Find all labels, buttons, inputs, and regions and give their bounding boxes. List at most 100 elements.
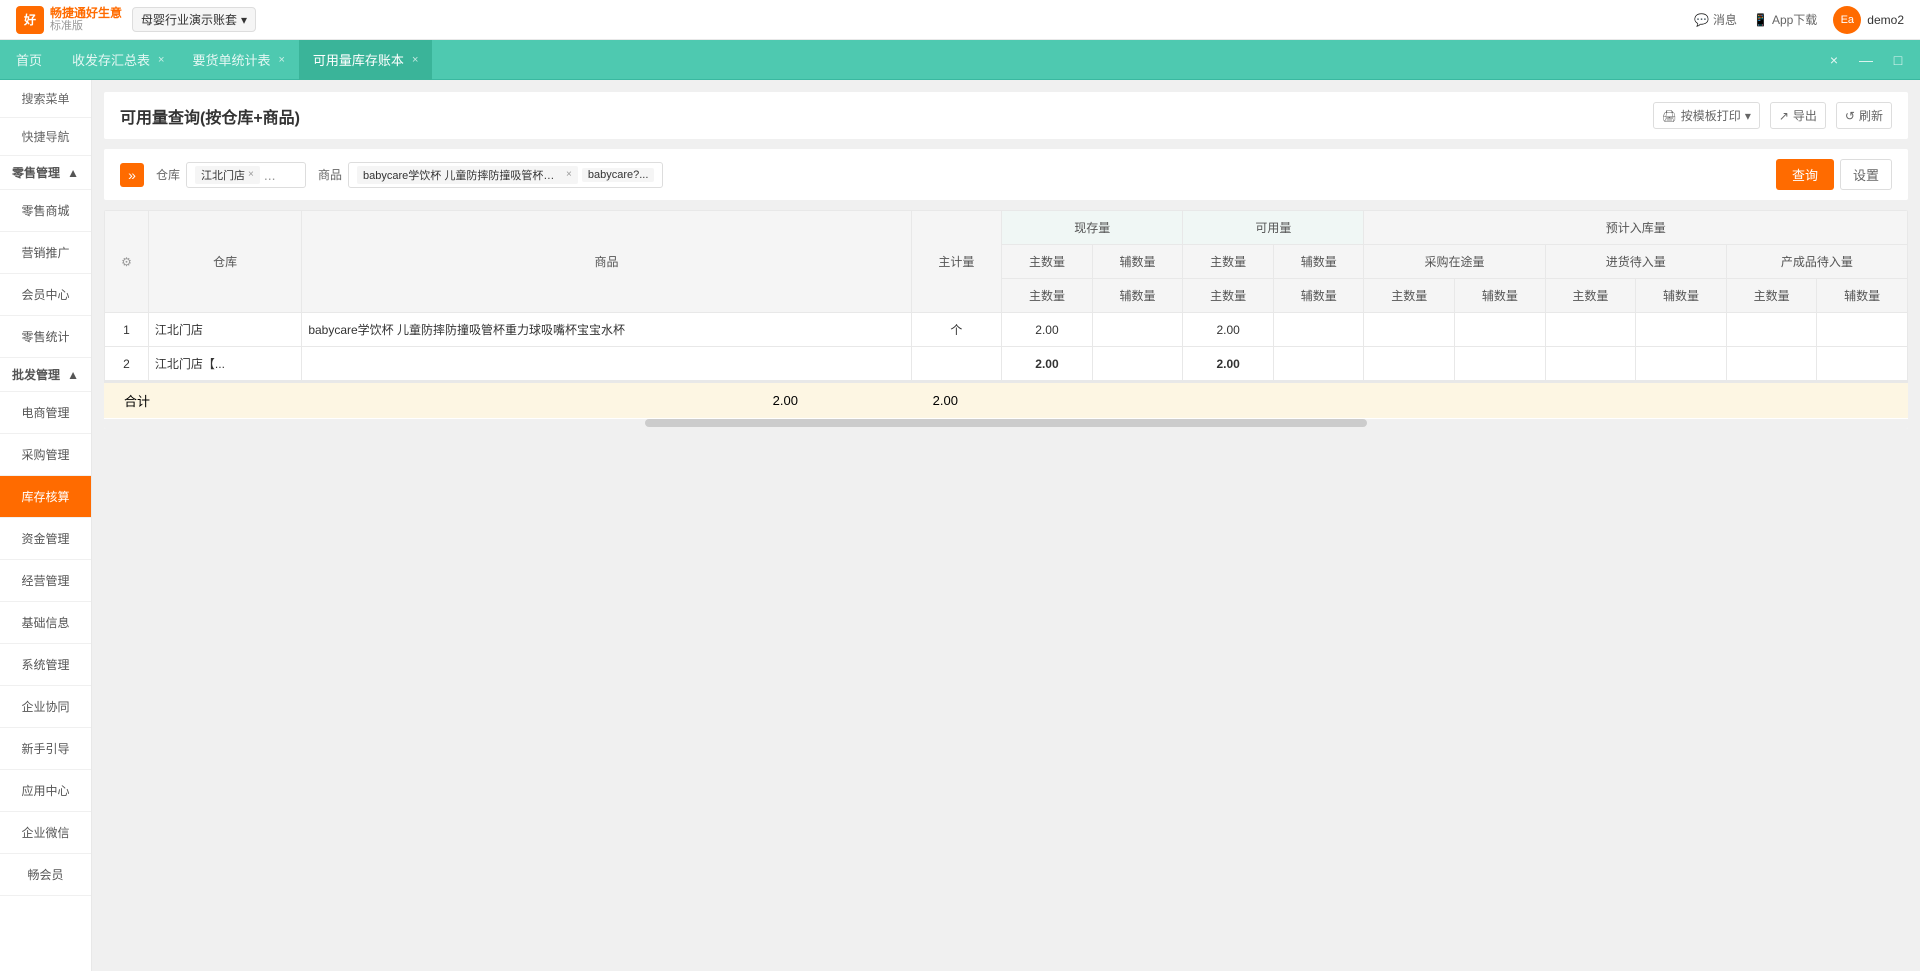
th-product: 商品 [302, 211, 911, 313]
tab-item-yaohuo[interactable]: 要货单统计表 × [178, 40, 298, 80]
warehouse-filter-dots[interactable]: ... [264, 167, 276, 183]
th-avail-aux2: 辅数量 [1273, 279, 1364, 313]
main-layout: 搜索菜单 快捷导航 零售管理 ▲ 零售商城 营销推广 会员中心 零售统计 批发管… [0, 80, 1920, 971]
chevron-down-icon: ▲ [67, 368, 79, 382]
tab-maximize-btn[interactable]: □ [1884, 46, 1912, 74]
sidebar-item-purchase-mgmt[interactable]: 采购管理 [0, 434, 91, 476]
th-available-group: 可用量 [1183, 211, 1364, 245]
tab-close-2[interactable]: × [278, 54, 284, 66]
user-name: demo2 [1867, 13, 1904, 27]
user-area[interactable]: Ea demo2 [1833, 6, 1904, 34]
sidebar-item-marketing[interactable]: 营销推广 [0, 232, 91, 274]
th-purchase-group: 采购在途量 [1364, 245, 1545, 279]
footer-stock-main: 2.00 [745, 393, 825, 408]
th-stock-main2: 主数量 [1002, 279, 1093, 313]
tab-close-1[interactable]: × [158, 54, 164, 66]
top-bar: 好 畅捷通好生意 标准版 母婴行业演示账套 ▾ 💬 消息 📱 App下载 Ea … [0, 0, 1920, 40]
table-scrollbar[interactable] [104, 419, 1908, 429]
top-bar-left: 好 畅捷通好生意 标准版 母婴行业演示账套 ▾ [16, 6, 256, 34]
table-footer: 合计 2.00 2.00 [104, 381, 1908, 418]
th-inc-aux: 辅数量 [1636, 279, 1727, 313]
sidebar: 搜索菜单 快捷导航 零售管理 ▲ 零售商城 营销推广 会员中心 零售统计 批发管… [0, 80, 92, 971]
sidebar-item-retail-mgmt[interactable]: 零售管理 ▲ [0, 156, 91, 190]
sidebar-item-app-center[interactable]: 应用中心 [0, 770, 91, 812]
sidebar-item-newbie[interactable]: 新手引导 [0, 728, 91, 770]
table-row: 1 江北门店 babycare学饮杯 儿童防摔防撞吸管杯重力球吸嘴杯宝宝水杯 个… [105, 313, 1908, 347]
tab-close-all-btn[interactable]: × [1820, 46, 1848, 74]
top-bar-right: 💬 消息 📱 App下载 Ea demo2 [1694, 6, 1904, 34]
refresh-icon: ↺ [1845, 109, 1855, 123]
tab-close-3[interactable]: × [412, 54, 418, 66]
sidebar-item-member-app[interactable]: 畅会员 [0, 854, 91, 896]
logo-text: 畅捷通好生意 标准版 [50, 6, 122, 34]
th-gear[interactable]: ⚙ [105, 211, 149, 313]
app-download-btn[interactable]: 📱 App下载 [1753, 11, 1817, 28]
th-forecast-group: 预计入库量 [1364, 211, 1908, 245]
sidebar-item-retail-stats[interactable]: 零售统计 [0, 316, 91, 358]
logo-icon: 好 [16, 6, 44, 34]
product-filter-value[interactable]: babycare学饮杯 儿童防摔防撞吸管杯重力球吸嘴杯宝宝水杯 × babyca… [348, 162, 663, 188]
sidebar-item-search-menu[interactable]: 搜索菜单 [0, 80, 91, 118]
table-scroll-thumb[interactable] [645, 419, 1367, 427]
tab-bar-right: × — □ [1820, 46, 1920, 74]
table-row: 2 江北门店【... 2.00 2.00 [105, 347, 1908, 381]
sidebar-item-wechat[interactable]: 企业微信 [0, 812, 91, 854]
th-produced-group: 产成品待入量 [1726, 245, 1907, 279]
th-prod-aux: 辅数量 [1817, 279, 1908, 313]
refresh-btn[interactable]: ↺ 刷新 [1836, 102, 1892, 129]
product-label: 商品 [318, 166, 342, 183]
filter-area: » 仓库 江北门店 × ... 商品 babycare学饮杯 儿童防摔防撞吸管杯… [104, 149, 1908, 200]
query-btn[interactable]: 查询 [1776, 159, 1834, 190]
th-stock-aux: 辅数量 [1092, 245, 1183, 279]
tab-home[interactable]: 首页 [0, 40, 58, 80]
th-incoming-group: 进货待入量 [1545, 245, 1726, 279]
message-btn[interactable]: 💬 消息 [1694, 11, 1737, 28]
print-chevron-icon: ▾ [1745, 109, 1751, 123]
th-warehouse: 仓库 [148, 211, 301, 313]
footer-label: 合计 [104, 391, 284, 410]
product-tag-1: babycare学饮杯 儿童防摔防撞吸管杯重力球吸嘴杯宝宝水杯 × [357, 166, 578, 184]
print-icon: 🖨 [1662, 109, 1677, 123]
tab-minimize-btn[interactable]: — [1852, 46, 1880, 74]
product-tag-1-remove[interactable]: × [566, 169, 572, 180]
sidebar-item-finance[interactable]: 资金管理 [0, 518, 91, 560]
setting-btn[interactable]: 设置 [1840, 159, 1892, 190]
warehouse-tag-remove[interactable]: × [248, 169, 254, 180]
tab-item-shoufacun[interactable]: 收发存汇总表 × [58, 40, 178, 80]
sidebar-item-system-mgmt[interactable]: 系统管理 [0, 644, 91, 686]
sidebar-item-wholesale-mgmt[interactable]: 批发管理 ▲ [0, 358, 91, 392]
th-avail-main: 主数量 [1183, 245, 1274, 279]
filter-warehouse-group: 仓库 江北门店 × ... [156, 162, 306, 188]
sidebar-item-basic-info[interactable]: 基础信息 [0, 602, 91, 644]
tab-item-keyongliang[interactable]: 可用量库存账本 × [299, 40, 432, 80]
page-title: 可用量查询(按仓库+商品) [120, 104, 300, 128]
export-btn[interactable]: ↗ 导出 [1770, 102, 1826, 129]
th-pur-main: 主数量 [1364, 279, 1455, 313]
logo-area: 好 畅捷通好生意 标准版 [16, 6, 122, 34]
export-icon: ↗ [1779, 109, 1789, 123]
th-prod-main: 主数量 [1726, 279, 1817, 313]
th-unit: 主计量 [911, 211, 1002, 313]
sidebar-item-member-center[interactable]: 会员中心 [0, 274, 91, 316]
footer-avail-main: 2.00 [905, 393, 985, 408]
th-pur-aux: 辅数量 [1455, 279, 1546, 313]
sidebar-item-ecom-mgmt[interactable]: 电商管理 [0, 392, 91, 434]
warehouse-filter-value[interactable]: 江北门店 × ... [186, 162, 306, 188]
industry-select[interactable]: 母婴行业演示账套 ▾ [132, 7, 256, 32]
app-icon: 📱 [1753, 13, 1768, 27]
chevron-up-icon: ▲ [67, 166, 79, 180]
page-actions: 🖨 按模板打印 ▾ ↗ 导出 ↺ 刷新 [1653, 102, 1892, 129]
filter-expand-btn[interactable]: » [120, 163, 144, 187]
tab-bar: 首页 收发存汇总表 × 要货单统计表 × 可用量库存账本 × × — □ [0, 40, 1920, 80]
th-stock-group: 现存量 [1002, 211, 1183, 245]
product-tag-2: babycare?... [582, 168, 655, 182]
th-stock-aux2: 辅数量 [1092, 279, 1183, 313]
print-btn[interactable]: 🖨 按模板打印 ▾ [1653, 102, 1760, 129]
sidebar-item-enterprise-collab[interactable]: 企业协同 [0, 686, 91, 728]
sidebar-item-operations[interactable]: 经营管理 [0, 560, 91, 602]
avatar: Ea [1833, 6, 1861, 34]
sidebar-item-fast-nav[interactable]: 快捷导航 [0, 118, 91, 156]
sidebar-item-retail-mall[interactable]: 零售商城 [0, 190, 91, 232]
sidebar-item-inventory[interactable]: 库存核算 [0, 476, 91, 518]
th-avail-main2: 主数量 [1183, 279, 1274, 313]
